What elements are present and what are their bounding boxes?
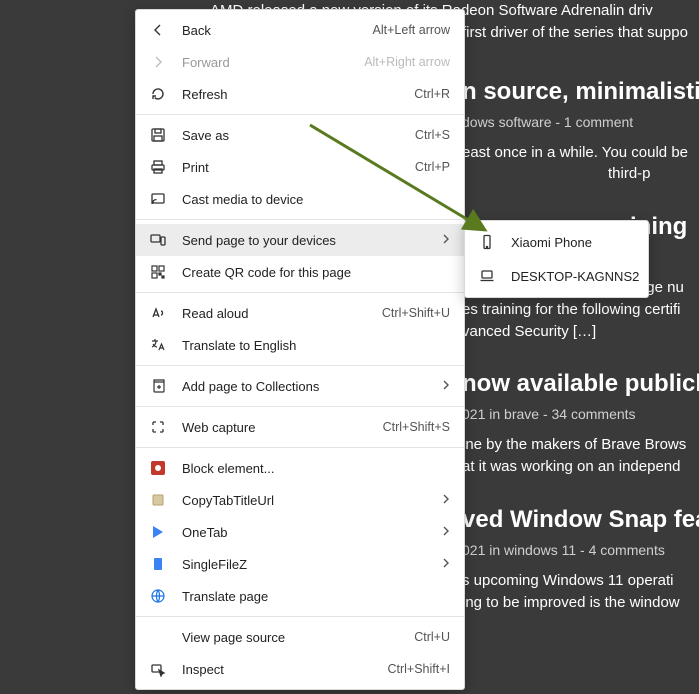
menu-shortcut: Alt+Right arrow (364, 55, 450, 69)
menu-print[interactable]: Print Ctrl+P (136, 151, 464, 183)
singlefilez-icon (148, 554, 168, 574)
menu-separator (136, 616, 464, 617)
refresh-icon (148, 84, 168, 104)
phone-icon (477, 232, 497, 252)
web-capture-icon (148, 417, 168, 437)
menu-separator (136, 365, 464, 366)
menu-refresh[interactable]: Refresh Ctrl+R (136, 78, 464, 110)
menu-onetab[interactable]: OneTab (136, 516, 464, 548)
menu-separator (136, 447, 464, 448)
menu-label: Back (182, 23, 373, 38)
arrow-right-icon (148, 52, 168, 72)
device-xiaomi-phone[interactable]: Xiaomi Phone (465, 225, 648, 259)
menu-inspect[interactable]: Inspect Ctrl+Shift+I (136, 653, 464, 685)
chevron-right-icon (442, 379, 450, 394)
menu-view-source[interactable]: View page source Ctrl+U (136, 621, 464, 653)
menu-label: Save as (182, 128, 415, 143)
menu-cast[interactable]: Cast media to device (136, 183, 464, 215)
menu-label: Translate page (182, 589, 450, 604)
copy-tab-icon (148, 490, 168, 510)
menu-label: Block element... (182, 461, 450, 476)
chevron-right-icon (442, 493, 450, 508)
menu-label: View page source (182, 630, 414, 645)
print-icon (148, 157, 168, 177)
chevron-right-icon (442, 557, 450, 572)
devices-icon (148, 230, 168, 250)
menu-label: Send page to your devices (182, 233, 432, 248)
menu-shortcut: Ctrl+Shift+U (382, 306, 450, 320)
menu-translate-page[interactable]: Translate page (136, 580, 464, 612)
menu-label: Create QR code for this page (182, 265, 450, 280)
device-label: DESKTOP-KAGNNS2 (511, 269, 639, 284)
menu-label: OneTab (182, 525, 432, 540)
menu-separator (136, 406, 464, 407)
chevron-right-icon (442, 233, 450, 248)
menu-web-capture[interactable]: Web capture Ctrl+Shift+S (136, 411, 464, 443)
globe-icon (148, 586, 168, 606)
menu-shortcut: Alt+Left arrow (373, 23, 450, 37)
menu-shortcut: Ctrl+S (415, 128, 450, 142)
chevron-right-icon (442, 525, 450, 540)
ublock-icon (148, 458, 168, 478)
menu-translate[interactable]: Translate to English (136, 329, 464, 361)
menu-label: Forward (182, 55, 364, 70)
menu-label: Print (182, 160, 415, 175)
menu-label: Inspect (182, 662, 387, 677)
menu-label: Cast media to device (182, 192, 450, 207)
menu-block-element[interactable]: Block element... (136, 452, 464, 484)
laptop-icon (477, 266, 497, 286)
menu-label: Read aloud (182, 306, 382, 321)
menu-forward: Forward Alt+Right arrow (136, 46, 464, 78)
menu-label: SingleFileZ (182, 557, 432, 572)
menu-shortcut: Ctrl+U (414, 630, 450, 644)
device-desktop[interactable]: DESKTOP-KAGNNS2 (465, 259, 648, 293)
menu-send-to-devices[interactable]: Send page to your devices (136, 224, 464, 256)
collections-icon (148, 376, 168, 396)
menu-copy-tab[interactable]: CopyTabTitleUrl (136, 484, 464, 516)
qr-icon (148, 262, 168, 282)
cast-icon (148, 189, 168, 209)
menu-shortcut: Ctrl+Shift+S (383, 420, 450, 434)
blank-icon (148, 627, 168, 647)
arrow-left-icon (148, 20, 168, 40)
menu-read-aloud[interactable]: Read aloud Ctrl+Shift+U (136, 297, 464, 329)
menu-back[interactable]: Back Alt+Left arrow (136, 14, 464, 46)
menu-label: Add page to Collections (182, 379, 432, 394)
devices-submenu: Xiaomi Phone DESKTOP-KAGNNS2 (464, 220, 649, 298)
device-label: Xiaomi Phone (511, 235, 634, 250)
translate-icon (148, 335, 168, 355)
menu-shortcut: Ctrl+P (415, 160, 450, 174)
menu-separator (136, 292, 464, 293)
menu-label: Refresh (182, 87, 414, 102)
menu-separator (136, 219, 464, 220)
menu-shortcut: Ctrl+R (414, 87, 450, 101)
menu-qr[interactable]: Create QR code for this page (136, 256, 464, 288)
menu-separator (136, 114, 464, 115)
menu-singlefilez[interactable]: SingleFileZ (136, 548, 464, 580)
onetab-icon (148, 522, 168, 542)
menu-collections[interactable]: Add page to Collections (136, 370, 464, 402)
context-menu: Back Alt+Left arrow Forward Alt+Right ar… (135, 9, 465, 690)
menu-label: Translate to English (182, 338, 450, 353)
menu-save-as[interactable]: Save as Ctrl+S (136, 119, 464, 151)
menu-shortcut: Ctrl+Shift+I (387, 662, 450, 676)
inspect-icon (148, 659, 168, 679)
save-icon (148, 125, 168, 145)
menu-label: CopyTabTitleUrl (182, 493, 432, 508)
read-aloud-icon (148, 303, 168, 323)
menu-label: Web capture (182, 420, 383, 435)
